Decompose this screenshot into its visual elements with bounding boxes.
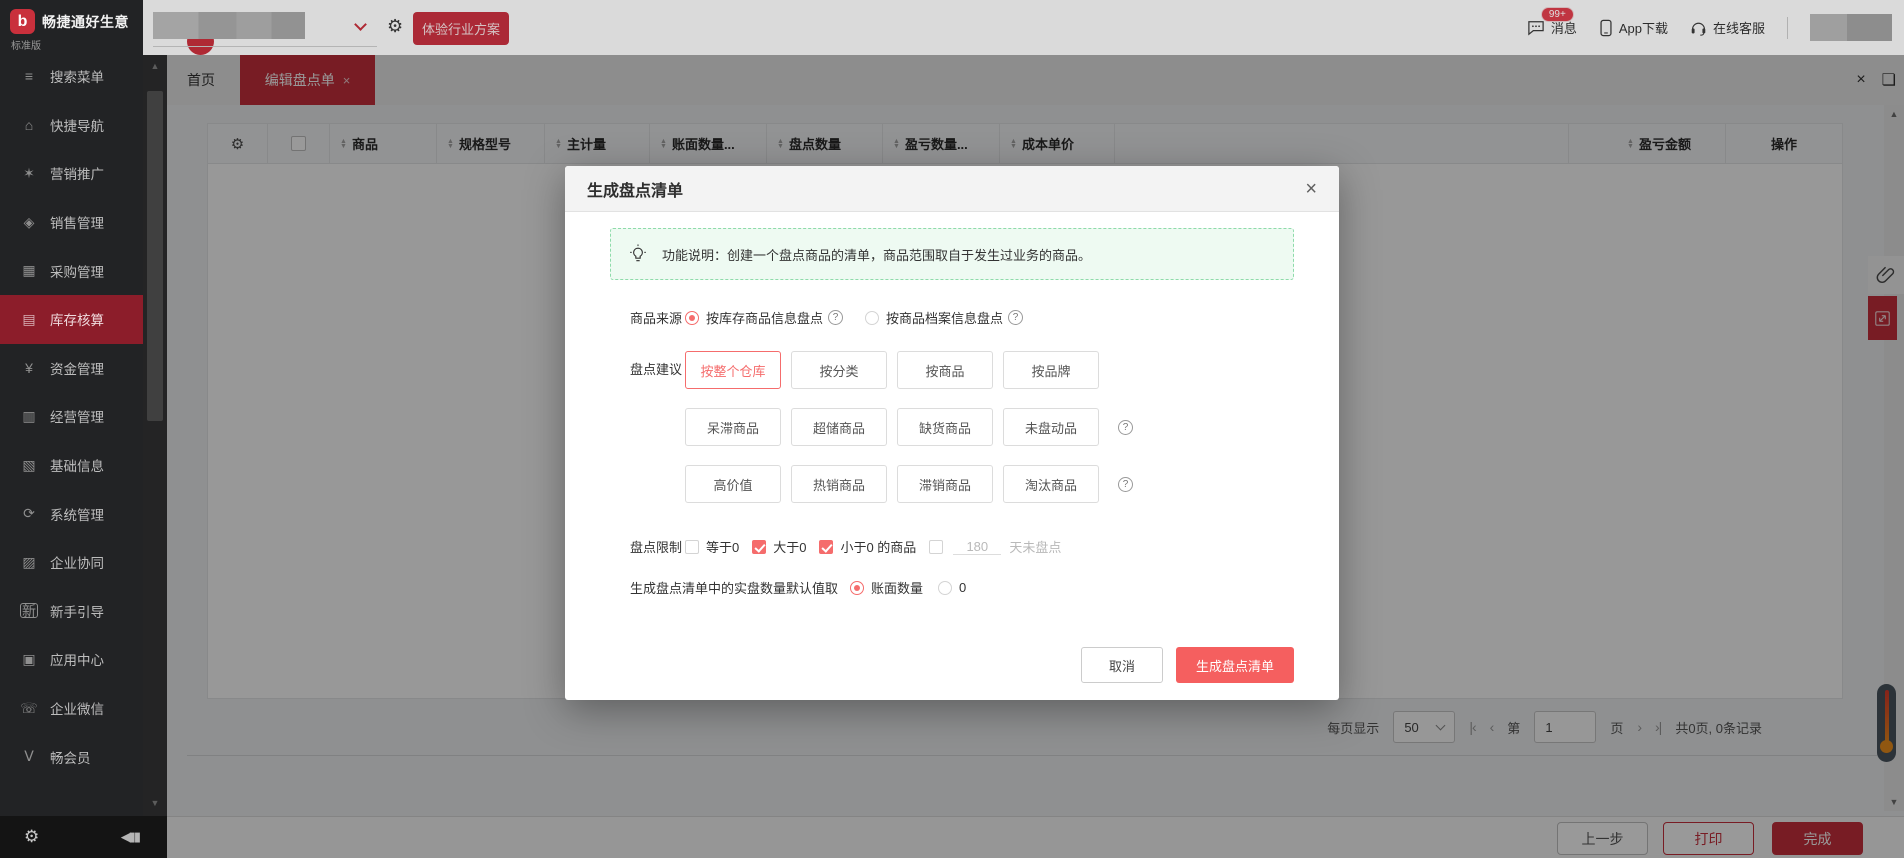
sidebar-item-system[interactable]: ⟳ 系统管理 — [0, 489, 143, 538]
lightbulb-icon — [630, 244, 646, 262]
help-icon[interactable]: ? — [1118, 476, 1133, 492]
sidebar-item-wecom[interactable]: ☏ 企业微信 — [0, 684, 143, 733]
default-qty-label: 生成盘点清单中的实盘数量默认值取 — [630, 581, 839, 596]
sidebar-item-purchase[interactable]: ▦ 采购管理 — [0, 246, 143, 295]
modal-body: 功能说明：创建一个盘点商品的清单，商品范围取自于发生过业务的商品。 商品来源 按… — [565, 212, 1339, 597]
default-qty-row: 生成盘点清单中的实盘数量默认值取 账面数量 0 — [630, 580, 967, 596]
sidebar-menu: ≡ 搜索菜单 ⌂ 快捷导航 ✶ 营销推广 ◈ 销售管理 ▦ 采购管理 ▤ 库存核算 ¥ 资金管… — [0, 52, 143, 781]
chip-high-value[interactable]: 高价值 — [685, 465, 781, 503]
chat-icon: ☏ — [20, 699, 38, 716]
checkbox-greater-zero[interactable] — [752, 539, 767, 554]
sidebar-item-funds[interactable]: ¥ 资金管理 — [0, 344, 143, 393]
chip-shortage[interactable]: 缺货商品 — [897, 408, 993, 446]
sidebar-item-base-info[interactable]: ▧ 基础信息 — [0, 441, 143, 490]
tip-text: 功能说明：创建一个盘点商品的清单，商品范围取自于发生过业务的商品。 — [662, 247, 1092, 263]
brand-logo-icon: b — [10, 9, 35, 34]
clipboard-icon: ▥ — [22, 407, 36, 424]
radio-stock-info[interactable] — [685, 310, 699, 325]
collapse-sidebar-icon[interactable]: ◀▮▮ — [121, 829, 141, 845]
sidebar-item-sales[interactable]: ◈ 销售管理 — [0, 198, 143, 247]
help-icon[interactable]: ? — [1118, 419, 1133, 435]
checkbox-less-zero[interactable] — [819, 539, 834, 554]
modal-header: 生成盘点清单 × — [565, 166, 1339, 212]
brand-logo: b 畅捷通好生意 — [0, 0, 143, 34]
chip-slow-selling[interactable]: 滞销商品 — [897, 465, 993, 503]
gift-icon: ✶ — [23, 164, 35, 181]
sidebar-item-member[interactable]: Ⅴ 畅会员 — [0, 732, 143, 781]
generate-count-list-button[interactable]: 生成盘点清单 — [1176, 647, 1294, 683]
generate-count-list-modal: 生成盘点清单 × 功能说明：创建一个盘点商品的清单，商品范围取自于发生过业务的商… — [565, 166, 1339, 700]
cancel-button[interactable]: 取消 — [1081, 647, 1163, 683]
radio-book-qty[interactable] — [850, 580, 865, 595]
suggestion-label: 盘点建议 — [630, 362, 683, 377]
chip-obsolete[interactable]: 淘汰商品 — [1003, 465, 1099, 503]
modal-footer: 取消 生成盘点清单 — [1081, 647, 1294, 683]
new-badge-icon: 新 — [20, 602, 38, 619]
help-icon[interactable]: ? — [1008, 310, 1024, 325]
sidebar-item-marketing[interactable]: ✶ 营销推广 — [0, 149, 143, 198]
modal-title: 生成盘点清单 — [587, 182, 684, 200]
limit-label: 盘点限制 — [630, 540, 683, 555]
sidebar-item-quick-nav[interactable]: ⌂ 快捷导航 — [0, 101, 143, 150]
sidebar: b 畅捷通好生意 标准版 ≡ 搜索菜单 ⌂ 快捷导航 ✶ 营销推广 ◈ 销售管理 ▦ 采购… — [0, 0, 143, 816]
sidebar-item-collab[interactable]: ▨ 企业协同 — [0, 538, 143, 587]
chip-overstock[interactable]: 超储商品 — [791, 408, 887, 446]
sidebar-item-inventory[interactable]: ▤ 库存核算 — [0, 294, 143, 344]
chip-by-brand[interactable]: 按品牌 — [1003, 351, 1099, 389]
sidebar-item-app-center[interactable]: ▣ 应用中心 — [0, 635, 143, 684]
sidebar-item-operations[interactable]: ▥ 经营管理 — [0, 392, 143, 441]
tip-box: 功能说明：创建一个盘点商品的清单，商品范围取自于发生过业务的商品。 — [610, 228, 1294, 280]
contact-card-icon: ▧ — [22, 456, 36, 473]
days-uncounted-input[interactable] — [953, 538, 1002, 555]
help-icon[interactable]: ? — [828, 310, 844, 325]
days-suffix: 天未盘点 — [1009, 540, 1062, 555]
home-icon: ⌂ — [24, 116, 34, 133]
sidebar-item-search-menu[interactable]: ≡ 搜索菜单 — [0, 52, 143, 101]
chip-whole-warehouse[interactable]: 按整个仓库 — [685, 351, 781, 389]
chip-sluggish[interactable]: 呆滞商品 — [685, 408, 781, 446]
warehouse-icon: ▤ — [22, 310, 36, 327]
app-window: b 畅捷通好生意 标准版 ≡ 搜索菜单 ⌂ 快捷导航 ✶ 营销推广 ◈ 销售管理 ▦ 采购… — [0, 0, 1904, 858]
chip-by-category[interactable]: 按分类 — [791, 351, 887, 389]
vip-icon: Ⅴ — [24, 748, 34, 765]
product-source-row: 商品来源 按库存商品信息盘点 ? 按商品档案信息盘点 ? — [630, 308, 1294, 327]
settings-gear-icon[interactable]: ⚙ — [24, 827, 39, 847]
checkbox-equal-zero[interactable] — [685, 539, 699, 554]
topbar-dim-overlay — [143, 0, 1904, 55]
suggestion-section: 盘点建议 按整个仓库 按分类 按商品 按品牌 呆滞商品 超储商品 缺货商品 未盘… — [630, 351, 1294, 503]
search-menu-icon: ≡ — [24, 68, 34, 85]
chip-uncounted[interactable]: 未盘动品 — [1003, 408, 1099, 446]
brand-name: 畅捷通好生意 — [42, 13, 129, 30]
collab-icon: ▨ — [22, 553, 36, 570]
sidebar-item-guide[interactable]: 新新手引导 — [0, 587, 143, 636]
sales-icon: ◈ — [23, 213, 35, 230]
count-limit-row: 盘点限制 等于0 大于0 小于0 的商品 天未盘点 — [630, 537, 1294, 556]
modal-close-icon[interactable]: × — [1305, 179, 1317, 199]
refresh-icon: ⟳ — [23, 505, 35, 522]
money-bag-icon: ¥ — [25, 359, 33, 376]
tv-icon: ▣ — [22, 650, 36, 667]
sidebar-footer: ⚙ ◀▮▮ — [0, 816, 167, 858]
chip-by-product[interactable]: 按商品 — [897, 351, 993, 389]
brand-edition: 标准版 — [11, 41, 41, 52]
shopping-bag-icon: ▦ — [22, 262, 36, 279]
checkbox-days-uncounted[interactable] — [929, 539, 944, 554]
source-label: 商品来源 — [630, 311, 683, 326]
radio-archive-info[interactable] — [865, 310, 880, 325]
chip-hot-selling[interactable]: 热销商品 — [791, 465, 887, 503]
radio-zero-qty[interactable] — [938, 580, 953, 595]
